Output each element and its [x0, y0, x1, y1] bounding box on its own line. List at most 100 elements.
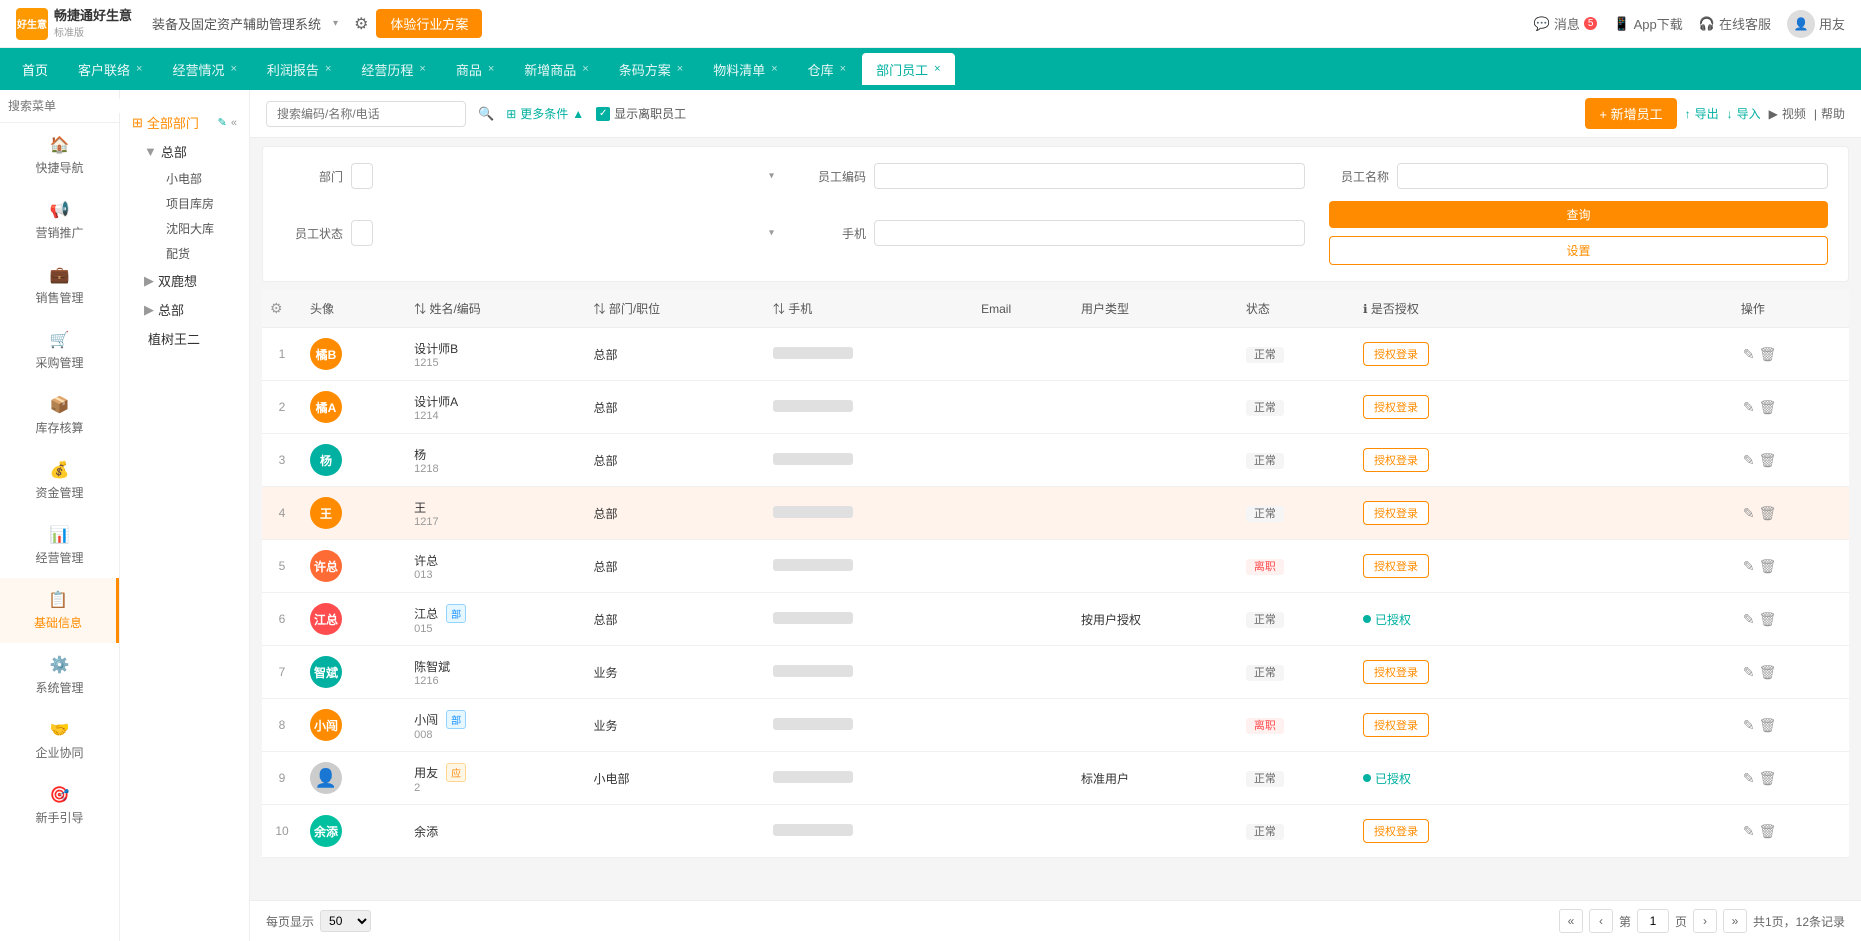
per-page-select[interactable]: 50 100 — [320, 910, 371, 932]
delete-button[interactable]: 🗑 — [1759, 346, 1777, 362]
first-page-btn[interactable]: « — [1559, 909, 1583, 933]
dept-shuanglu-header[interactable]: ▶ 双鹿想 — [144, 266, 241, 295]
close-journey-tab[interactable]: × — [419, 63, 425, 75]
view-btn[interactable]: ▶ 视频 — [1769, 105, 1806, 122]
sidebar-item-guide[interactable]: 🎯 新手引导 — [0, 773, 119, 838]
dept-zhishu-header[interactable]: 植树王二 — [144, 324, 241, 353]
sidebar-item-base[interactable]: 📋 基础信息 — [0, 578, 119, 643]
more-conditions-btn[interactable]: ⊞ 更多条件 ▲ — [506, 105, 584, 122]
close-customer-tab[interactable]: × — [136, 63, 142, 75]
edit-button[interactable]: ✎ — [1743, 823, 1755, 839]
edit-button[interactable]: ✎ — [1743, 664, 1755, 680]
close-goods-tab[interactable]: × — [488, 63, 494, 75]
tab-goods[interactable]: 商品 × — [442, 53, 508, 85]
tab-profit[interactable]: 利润报告 × — [253, 53, 345, 85]
edit-button[interactable]: ✎ — [1743, 399, 1755, 415]
dept-zongbu-header[interactable]: ▼ 总部 — [144, 137, 241, 166]
tab-dept-employee[interactable]: 部门员工 × — [862, 53, 954, 85]
search-icon[interactable]: 🔍 — [478, 106, 494, 122]
dept-item-shenyang[interactable]: 沈阳大库 — [160, 216, 241, 241]
sidebar-item-nav[interactable]: 🏠 快捷导航 — [0, 123, 119, 188]
dept-zongbu2-header[interactable]: ▶ 总部 — [144, 295, 241, 324]
dept-item-peihuo[interactable]: 配货 — [160, 241, 241, 266]
sidebar-item-finance[interactable]: 💰 资金管理 — [0, 448, 119, 513]
sidebar-item-operation[interactable]: 📊 经营管理 — [0, 513, 119, 578]
phone-input[interactable] — [874, 220, 1305, 246]
dept-all-header[interactable]: ⊞ 全部部门 ✎ « — [128, 108, 241, 137]
tab-journey[interactable]: 经营历程 × — [347, 53, 439, 85]
dept-collapse-icon[interactable]: « — [231, 117, 237, 129]
auth-login-button[interactable]: 授权登录 — [1363, 448, 1429, 472]
close-new-goods-tab[interactable]: × — [582, 63, 588, 75]
delete-button[interactable]: 🗑 — [1759, 558, 1777, 574]
dept-edit-icon[interactable]: ✎ — [218, 116, 227, 129]
sidebar-item-purchase[interactable]: 🛒 采购管理 — [0, 318, 119, 383]
trial-button[interactable]: 体验行业方案 — [376, 9, 482, 38]
auth-login-button[interactable]: 授权登录 — [1363, 713, 1429, 737]
prev-page-btn[interactable]: ‹ — [1589, 909, 1613, 933]
edit-button[interactable]: ✎ — [1743, 611, 1755, 627]
auth-login-button[interactable]: 授权登录 — [1363, 395, 1429, 419]
delete-button[interactable]: 🗑 — [1759, 664, 1777, 680]
sidebar-item-system[interactable]: ⚙️ 系统管理 — [0, 643, 119, 708]
emp-status-select[interactable] — [351, 220, 373, 246]
online-service-btn[interactable]: 🎧 在线客服 — [1699, 14, 1771, 33]
delete-button[interactable]: 🗑 — [1759, 399, 1777, 415]
show-resigned-toggle[interactable]: ✓ 显示离职员工 — [596, 105, 686, 122]
delete-button[interactable]: 🗑 — [1759, 611, 1777, 627]
auth-login-button[interactable]: 授权登录 — [1363, 660, 1429, 684]
system-title-dropdown[interactable]: ▾ — [333, 18, 338, 29]
auth-login-button[interactable]: 授权登录 — [1363, 819, 1429, 843]
auth-login-button[interactable]: 授权登录 — [1363, 554, 1429, 578]
help-btn[interactable]: | 帮助 — [1814, 105, 1845, 122]
tab-barcode[interactable]: 条码方案 × — [605, 53, 697, 85]
dept-item-xiaodibu[interactable]: 小电部 — [160, 166, 241, 191]
edit-button[interactable]: ✎ — [1743, 558, 1755, 574]
query-button[interactable]: 查询 — [1329, 201, 1828, 228]
add-employee-button[interactable]: + 新增员工 — [1585, 98, 1676, 129]
column-settings-icon[interactable]: ⚙ — [270, 300, 283, 316]
app-download-btn[interactable]: 📱 App下载 — [1613, 14, 1682, 33]
close-barcode-tab[interactable]: × — [677, 63, 683, 75]
delete-button[interactable]: 🗑 — [1759, 717, 1777, 733]
user-menu[interactable]: 👤 用友 — [1787, 10, 1845, 38]
emp-code-input[interactable] — [874, 163, 1305, 189]
edit-button[interactable]: ✎ — [1743, 346, 1755, 362]
dept-select[interactable] — [351, 163, 373, 189]
next-page-btn[interactable]: › — [1693, 909, 1717, 933]
sidebar-item-collab[interactable]: 🤝 企业协同 — [0, 708, 119, 773]
set-button[interactable]: 设置 — [1329, 236, 1828, 265]
dept-item-xiangmu[interactable]: 项目库房 — [160, 191, 241, 216]
tab-warehouse[interactable]: 仓库 × — [794, 53, 860, 85]
tab-home[interactable]: 首页 — [8, 53, 62, 85]
show-resigned-checkbox[interactable]: ✓ — [596, 107, 610, 121]
delete-button[interactable]: 🗑 — [1759, 770, 1777, 786]
sidebar-item-inventory[interactable]: 📦 库存核算 — [0, 383, 119, 448]
edit-button[interactable]: ✎ — [1743, 717, 1755, 733]
sidebar-item-sales[interactable]: 💼 销售管理 — [0, 253, 119, 318]
close-operation-tab[interactable]: × — [230, 63, 236, 75]
close-bom-tab[interactable]: × — [771, 63, 777, 75]
last-page-btn[interactable]: » — [1723, 909, 1747, 933]
delete-button[interactable]: 🗑 — [1759, 823, 1777, 839]
emp-name-input[interactable] — [1397, 163, 1828, 189]
import-btn[interactable]: ↓ 导入 — [1727, 105, 1761, 122]
delete-button[interactable]: 🗑 — [1759, 452, 1777, 468]
edit-button[interactable]: ✎ — [1743, 452, 1755, 468]
close-dept-employee-tab[interactable]: × — [934, 63, 940, 75]
tab-new-goods[interactable]: 新增商品 × — [510, 53, 602, 85]
delete-button[interactable]: 🗑 — [1759, 505, 1777, 521]
tab-bom[interactable]: 物料清单 × — [699, 53, 791, 85]
export-btn[interactable]: ↑ 导出 — [1685, 105, 1719, 122]
message-btn[interactable]: 💬 消息 5 — [1534, 14, 1598, 33]
settings-icon[interactable]: ⚙ — [354, 14, 368, 34]
close-warehouse-tab[interactable]: × — [840, 63, 846, 75]
edit-button[interactable]: ✎ — [1743, 505, 1755, 521]
tab-customer[interactable]: 客户联络 × — [64, 53, 156, 85]
auth-login-button[interactable]: 授权登录 — [1363, 501, 1429, 525]
sidebar-item-marketing[interactable]: 📢 营销推广 — [0, 188, 119, 253]
auth-login-button[interactable]: 授权登录 — [1363, 342, 1429, 366]
page-number-input[interactable] — [1637, 909, 1669, 933]
edit-button[interactable]: ✎ — [1743, 770, 1755, 786]
search-input[interactable] — [266, 101, 466, 127]
